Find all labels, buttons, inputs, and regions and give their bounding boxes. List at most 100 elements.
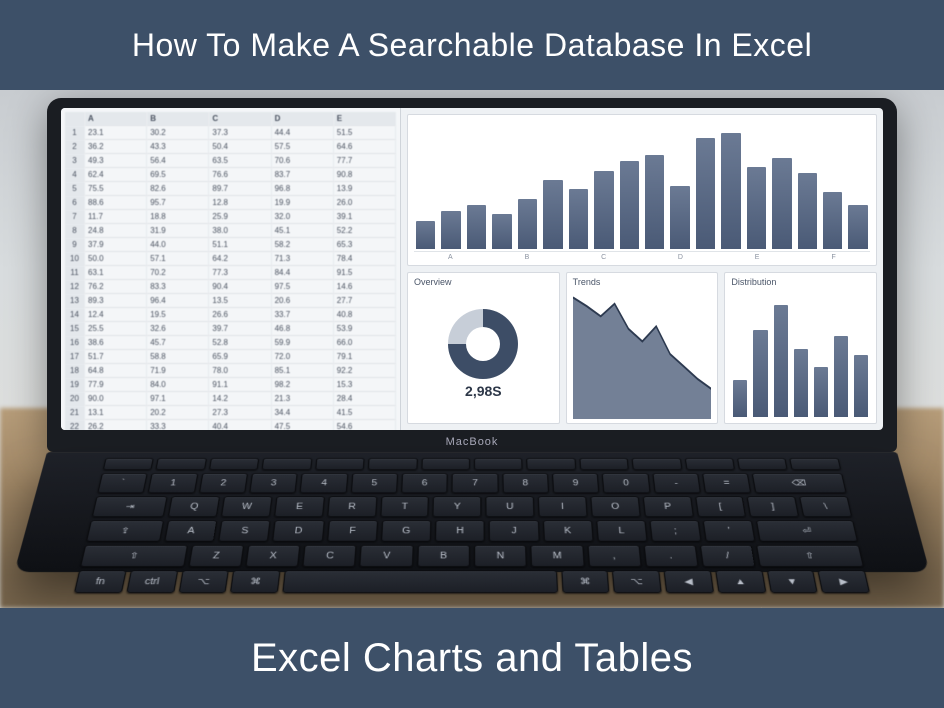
cell: 33.7: [272, 308, 334, 322]
fn-key: [103, 458, 154, 470]
cell: 39.7: [209, 322, 271, 336]
cell: 36.2: [85, 140, 147, 154]
key: C: [302, 545, 356, 567]
fn-key: [684, 458, 735, 470]
cell: 84.0: [147, 378, 209, 392]
area-title: Trends: [573, 277, 712, 287]
cell: 65.9: [209, 350, 271, 364]
cell: 23.1: [85, 126, 147, 140]
key: /: [700, 545, 756, 567]
key: E: [274, 496, 325, 517]
cell: A: [85, 112, 147, 126]
key: 8: [502, 473, 549, 493]
cell: 24.8: [85, 224, 147, 238]
key: ◀: [664, 570, 714, 593]
screen-frame: ABCDE123.130.237.344.451.5236.243.350.45…: [47, 98, 897, 452]
cell: 69.5: [147, 168, 209, 182]
cell: 71.3: [272, 252, 334, 266]
fn-key: [209, 458, 260, 470]
key: ]: [747, 496, 799, 517]
key: =: [702, 473, 751, 493]
key: F: [327, 520, 378, 541]
key: 7: [452, 473, 499, 493]
cell: 72.0: [272, 350, 334, 364]
cell: 20.6: [272, 294, 334, 308]
cell: 2: [65, 140, 85, 154]
cell: 22: [65, 420, 85, 430]
bottom-banner: Excel Charts and Tables: [0, 608, 944, 708]
small-bar-chart: [731, 289, 870, 419]
area-panel: Trends: [566, 272, 719, 424]
key: ⌘: [561, 570, 610, 593]
spreadsheet-grid: ABCDE123.130.237.344.451.5236.243.350.45…: [61, 108, 401, 430]
key: ⌘: [230, 570, 280, 593]
key: fn: [74, 570, 126, 593]
cell: 89.3: [85, 294, 147, 308]
cell: 58.2: [272, 238, 334, 252]
cell: 51.1: [209, 238, 271, 252]
key: V: [360, 545, 414, 567]
key: M: [531, 545, 585, 567]
key: \: [799, 496, 852, 517]
cell: 89.7: [209, 182, 271, 196]
fn-key: [421, 458, 470, 470]
cell: 52.2: [334, 224, 396, 238]
cell: 83.3: [147, 280, 209, 294]
top-bar-chart-panel: ABCDEF: [407, 114, 877, 266]
cell: 64.6: [334, 140, 396, 154]
cell: 50.0: [85, 252, 147, 266]
cell: E: [334, 112, 396, 126]
cell: 18: [65, 364, 85, 378]
cell: 63.1: [85, 266, 147, 280]
bar: [823, 192, 842, 249]
key: [: [695, 496, 747, 517]
cell: 51.7: [85, 350, 147, 364]
key: ▶: [818, 570, 870, 593]
cell: 37.9: [85, 238, 147, 252]
charts-area: ABCDEF Overview 2,98S Trends: [401, 108, 883, 430]
cell: 32.6: [147, 322, 209, 336]
cell: 96.8: [272, 182, 334, 196]
bar: [798, 173, 817, 249]
key: Q: [168, 496, 220, 517]
mini-label: A: [414, 254, 487, 261]
cell: 8: [65, 224, 85, 238]
key: ⏎: [756, 520, 858, 541]
key: 1: [148, 473, 198, 493]
fn-key: [262, 458, 312, 470]
cell: 27.3: [209, 406, 271, 420]
fn-key: [579, 458, 629, 470]
cell: 49.3: [85, 154, 147, 168]
bottom-banner-text: Excel Charts and Tables: [251, 636, 693, 681]
cell: 19: [65, 378, 85, 392]
fn-key: [156, 458, 207, 470]
cell: 44.0: [147, 238, 209, 252]
cell: 45.7: [147, 336, 209, 350]
cell: 27.7: [334, 294, 396, 308]
cell: D: [272, 112, 334, 126]
cell: 90.4: [209, 280, 271, 294]
key: 5: [351, 473, 398, 493]
laptop-base: `1234567890-=⌫⇥QWERTYUIOP[]\⇪ASDFGHJKL;'…: [14, 452, 930, 572]
cell: 59.9: [272, 336, 334, 350]
cell: 98.2: [272, 378, 334, 392]
mini-label: D: [644, 254, 717, 261]
key: R: [327, 496, 377, 517]
key: ⇧: [80, 545, 188, 567]
cell: 26.2: [85, 420, 147, 430]
cell: 16: [65, 336, 85, 350]
cell: 84.4: [272, 266, 334, 280]
cell: 97.1: [147, 392, 209, 406]
small-bar-title: Distribution: [731, 277, 870, 287]
fn-key: [632, 458, 682, 470]
cell: 31.9: [147, 224, 209, 238]
bar: [441, 211, 460, 249]
key: J: [489, 520, 539, 541]
key: 4: [300, 473, 348, 493]
key: ⇧: [756, 545, 864, 567]
key: 9: [552, 473, 600, 493]
cell: 91.1: [209, 378, 271, 392]
cell: 54.6: [334, 420, 396, 430]
donut-chart: [448, 309, 518, 379]
key: ,: [587, 545, 641, 567]
